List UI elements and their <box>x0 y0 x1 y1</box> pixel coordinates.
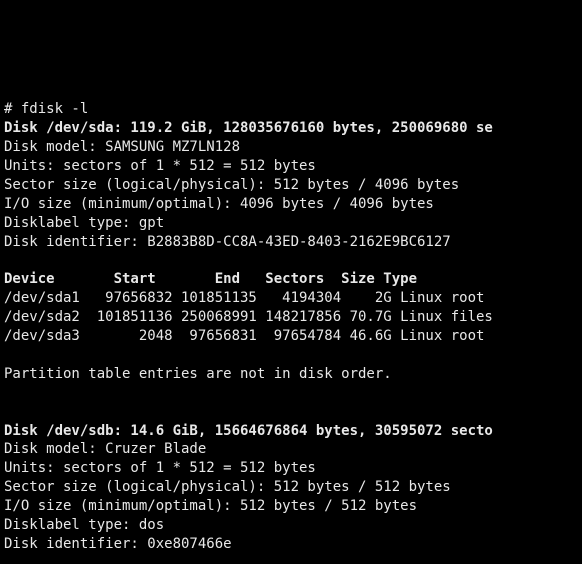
disk-b-sector: Sector size (logical/physical): 512 byte… <box>4 479 451 495</box>
disk-a-model: Disk model: SAMSUNG MZ7LN128 <box>4 139 240 155</box>
disk-a-label: Disklabel type: gpt <box>4 215 164 231</box>
disk-b-model: Disk model: Cruzer Blade <box>4 441 206 457</box>
disk-b-header: Disk /dev/sdb: 14.6 GiB, 15664676864 byt… <box>4 423 493 439</box>
terminal[interactable]: # fdisk -l Disk /dev/sda: 119.2 GiB, 128… <box>0 94 582 564</box>
disk-a-table-header: Device Start End Sectors Size Type <box>4 271 417 287</box>
disk-a-id: Disk identifier: B2883B8D-CC8A-43ED-8403… <box>4 234 451 250</box>
table-row: /dev/sda2 101851136 250068991 148217856 … <box>4 309 493 325</box>
disk-a-sector: Sector size (logical/physical): 512 byte… <box>4 177 459 193</box>
disk-a-header: Disk /dev/sda: 119.2 GiB, 128035676160 b… <box>4 120 493 136</box>
command-text: fdisk -l <box>21 101 88 117</box>
disk-b-units: Units: sectors of 1 * 512 = 512 bytes <box>4 460 316 476</box>
prompt: # <box>4 101 21 117</box>
disk-a-note: Partition table entries are not in disk … <box>4 366 392 382</box>
disk-b-io: I/O size (minimum/optimal): 512 bytes / … <box>4 498 417 514</box>
table-row: /dev/sda3 2048 97656831 97654784 46.6G L… <box>4 328 484 344</box>
disk-a-units: Units: sectors of 1 * 512 = 512 bytes <box>4 158 316 174</box>
disk-b-label: Disklabel type: dos <box>4 517 164 533</box>
table-row: /dev/sda1 97656832 101851135 4194304 2G … <box>4 290 484 306</box>
disk-a-io: I/O size (minimum/optimal): 4096 bytes /… <box>4 196 434 212</box>
disk-b-id: Disk identifier: 0xe807466e <box>4 536 232 552</box>
